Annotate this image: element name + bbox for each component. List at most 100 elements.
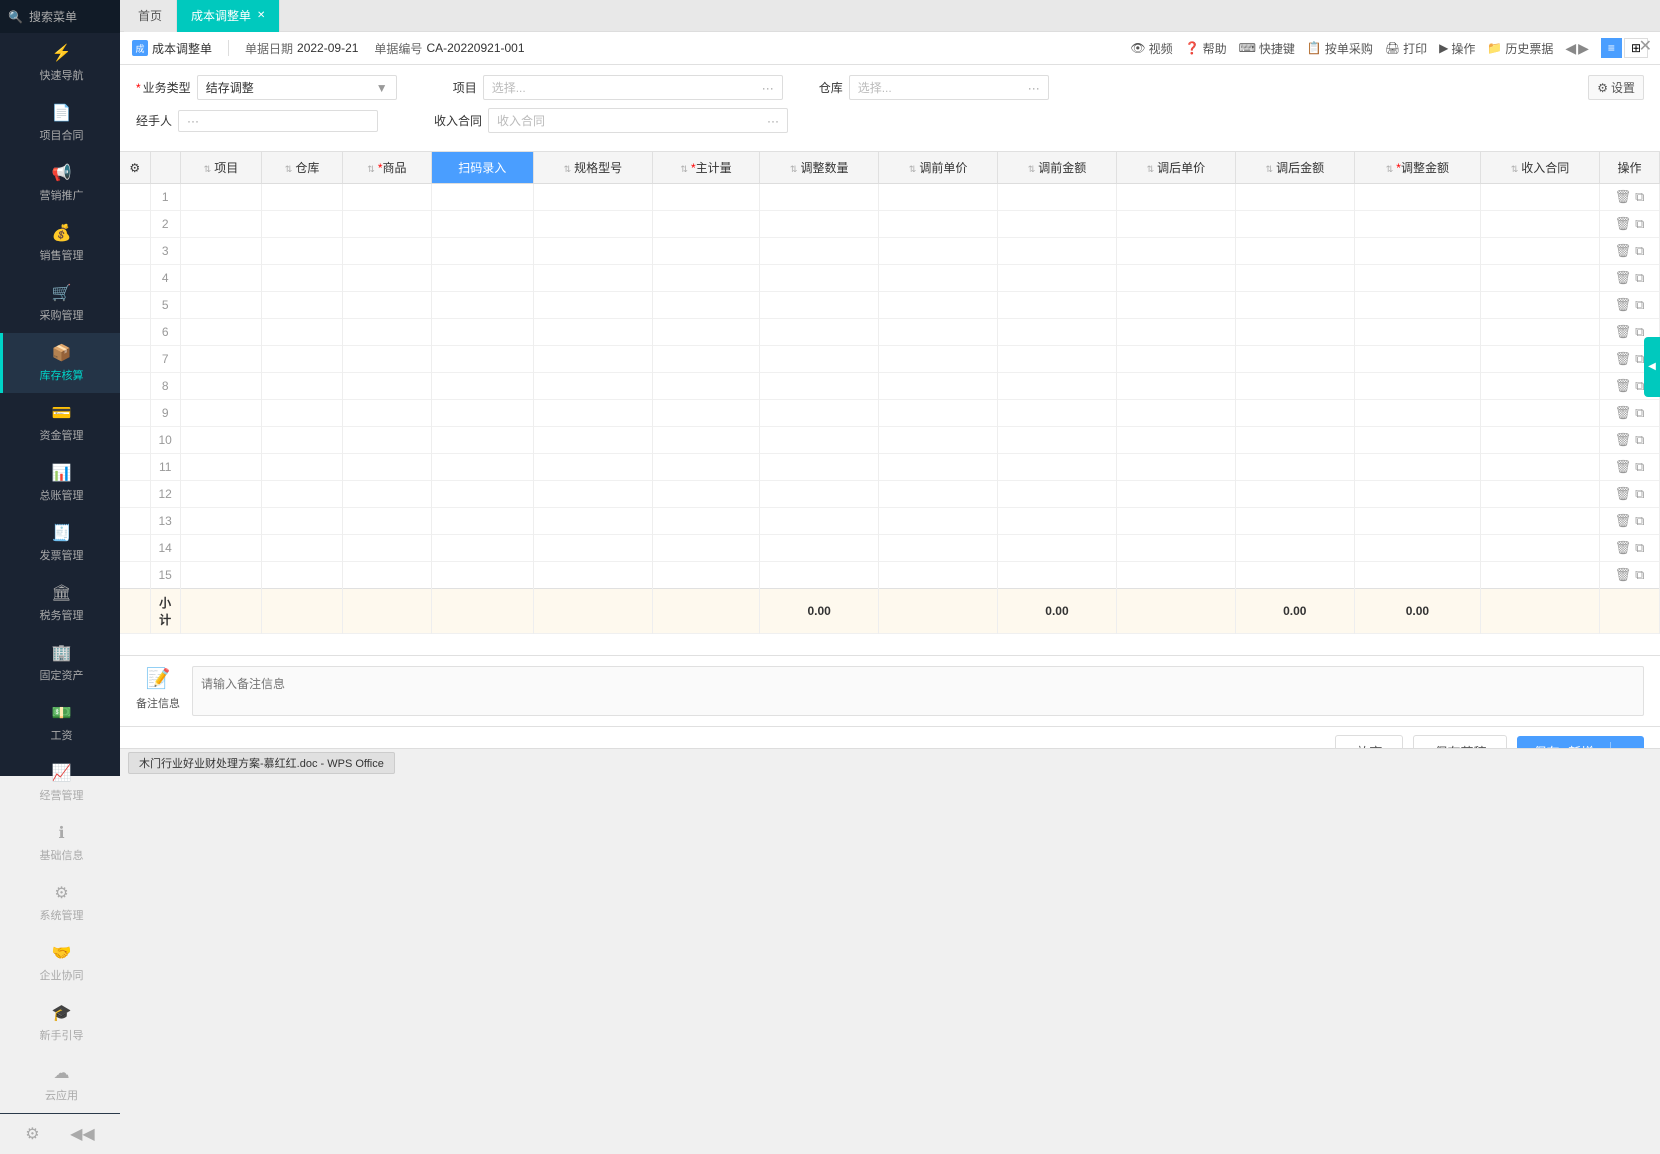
row-checkbox[interactable] <box>120 454 150 481</box>
copy-row-button[interactable]: ⧉ <box>1635 351 1644 367</box>
copy-row-button[interactable]: ⧉ <box>1635 378 1644 394</box>
cell-unit[interactable] <box>652 211 759 238</box>
cell-scan[interactable] <box>431 562 533 589</box>
cell-adjust-amount[interactable] <box>1354 319 1480 346</box>
delete-row-button[interactable]: 🗑 <box>1615 486 1632 502</box>
cell-scan[interactable] <box>431 427 533 454</box>
cell-spec[interactable] <box>533 427 652 454</box>
cell-after-amount[interactable] <box>1235 238 1354 265</box>
delete-row-button[interactable]: 🗑 <box>1615 297 1632 313</box>
table-row[interactable]: 5 🗑 ⧉ <box>120 292 1660 319</box>
cell-unit[interactable] <box>652 184 759 211</box>
cell-before-price[interactable] <box>879 292 998 319</box>
row-checkbox[interactable] <box>120 292 150 319</box>
cell-after-amount[interactable] <box>1235 346 1354 373</box>
cell-before-amount[interactable] <box>998 265 1117 292</box>
print-btn[interactable]: 🖨 打印 <box>1385 40 1427 57</box>
cell-product[interactable] <box>343 373 431 400</box>
warehouse-input[interactable]: 选择... ··· <box>849 75 1049 100</box>
delete-row-button[interactable]: 🗑 <box>1615 405 1632 421</box>
cell-project[interactable] <box>180 238 261 265</box>
cell-before-price[interactable] <box>879 319 998 346</box>
cell-before-price[interactable] <box>879 454 998 481</box>
col-after-amount[interactable]: ⇅调后金额 <box>1235 152 1354 184</box>
cell-income-contract[interactable] <box>1481 346 1600 373</box>
cell-scan[interactable] <box>431 373 533 400</box>
review-btn[interactable]: 📋 按单采购 <box>1307 40 1373 57</box>
row-checkbox[interactable] <box>120 481 150 508</box>
cell-after-amount[interactable] <box>1235 373 1354 400</box>
cell-income-contract[interactable] <box>1481 238 1600 265</box>
cell-before-price[interactable] <box>879 211 998 238</box>
cell-adjust-amount[interactable] <box>1354 508 1480 535</box>
cell-adjust-qty[interactable] <box>760 535 879 562</box>
col-before-price[interactable]: ⇅调前单价 <box>879 152 998 184</box>
row-checkbox[interactable] <box>120 238 150 265</box>
cell-warehouse[interactable] <box>262 184 343 211</box>
table-row[interactable]: 8 🗑 ⧉ <box>120 373 1660 400</box>
row-checkbox[interactable] <box>120 184 150 211</box>
cell-scan[interactable] <box>431 265 533 292</box>
cell-project[interactable] <box>180 346 261 373</box>
cell-project[interactable] <box>180 184 261 211</box>
cell-before-amount[interactable] <box>998 238 1117 265</box>
cell-spec[interactable] <box>533 211 652 238</box>
delete-row-button[interactable]: 🗑 <box>1615 432 1632 448</box>
cell-unit[interactable] <box>652 292 759 319</box>
cell-unit[interactable] <box>652 373 759 400</box>
cell-before-amount[interactable] <box>998 562 1117 589</box>
delete-row-button[interactable]: 🗑 <box>1615 243 1632 259</box>
tab-close-button[interactable]: ✕ <box>257 10 265 21</box>
cell-adjust-qty[interactable] <box>760 562 879 589</box>
table-row[interactable]: 2 🗑 ⧉ <box>120 211 1660 238</box>
cell-project[interactable] <box>180 427 261 454</box>
cell-warehouse[interactable] <box>262 373 343 400</box>
cell-adjust-qty[interactable] <box>760 265 879 292</box>
income-contract-input[interactable]: 收入合同 ··· <box>488 108 788 133</box>
business-type-select[interactable]: 结存调整 ▼ <box>197 75 397 100</box>
cell-before-amount[interactable] <box>998 427 1117 454</box>
cell-before-amount[interactable] <box>998 508 1117 535</box>
table-row[interactable]: 4 🗑 ⧉ <box>120 265 1660 292</box>
cell-adjust-amount[interactable] <box>1354 265 1480 292</box>
cell-adjust-qty[interactable] <box>760 184 879 211</box>
cell-product[interactable] <box>343 454 431 481</box>
cell-before-price[interactable] <box>879 535 998 562</box>
cell-spec[interactable] <box>533 265 652 292</box>
cell-scan[interactable] <box>431 535 533 562</box>
cell-before-price[interactable] <box>879 400 998 427</box>
cell-spec[interactable] <box>533 373 652 400</box>
row-checkbox[interactable] <box>120 265 150 292</box>
cell-unit[interactable] <box>652 319 759 346</box>
wps-task-item[interactable]: 木门行业好业财处理方案-慕红红.doc - WPS Office <box>128 752 395 774</box>
cell-spec[interactable] <box>533 535 652 562</box>
cell-spec[interactable] <box>533 238 652 265</box>
cell-income-contract[interactable] <box>1481 400 1600 427</box>
cell-before-price[interactable] <box>879 508 998 535</box>
cell-unit[interactable] <box>652 400 759 427</box>
cell-after-amount[interactable] <box>1235 481 1354 508</box>
cell-before-amount[interactable] <box>998 373 1117 400</box>
cell-scan[interactable] <box>431 238 533 265</box>
cell-unit[interactable] <box>652 562 759 589</box>
cell-after-price[interactable] <box>1116 346 1235 373</box>
cell-warehouse[interactable] <box>262 292 343 319</box>
cell-before-price[interactable] <box>879 481 998 508</box>
copy-row-button[interactable]: ⧉ <box>1635 459 1644 475</box>
table-row[interactable]: 12 🗑 ⧉ <box>120 481 1660 508</box>
cell-adjust-amount[interactable] <box>1354 535 1480 562</box>
cell-product[interactable] <box>343 346 431 373</box>
cell-spec[interactable] <box>533 454 652 481</box>
cell-product[interactable] <box>343 292 431 319</box>
row-checkbox[interactable] <box>120 535 150 562</box>
cell-after-price[interactable] <box>1116 481 1235 508</box>
cell-after-amount[interactable] <box>1235 535 1354 562</box>
sidebar-item-sys-mgmt[interactable]: ⚙ 系统管理 <box>0 873 120 933</box>
cell-warehouse[interactable] <box>262 265 343 292</box>
col-adjust-amount[interactable]: ⇅*调整金额 <box>1354 152 1480 184</box>
cell-scan[interactable] <box>431 454 533 481</box>
cell-unit[interactable] <box>652 265 759 292</box>
delete-row-button[interactable]: 🗑 <box>1615 540 1632 556</box>
table-row[interactable]: 3 🗑 ⧉ <box>120 238 1660 265</box>
cell-scan[interactable] <box>431 184 533 211</box>
